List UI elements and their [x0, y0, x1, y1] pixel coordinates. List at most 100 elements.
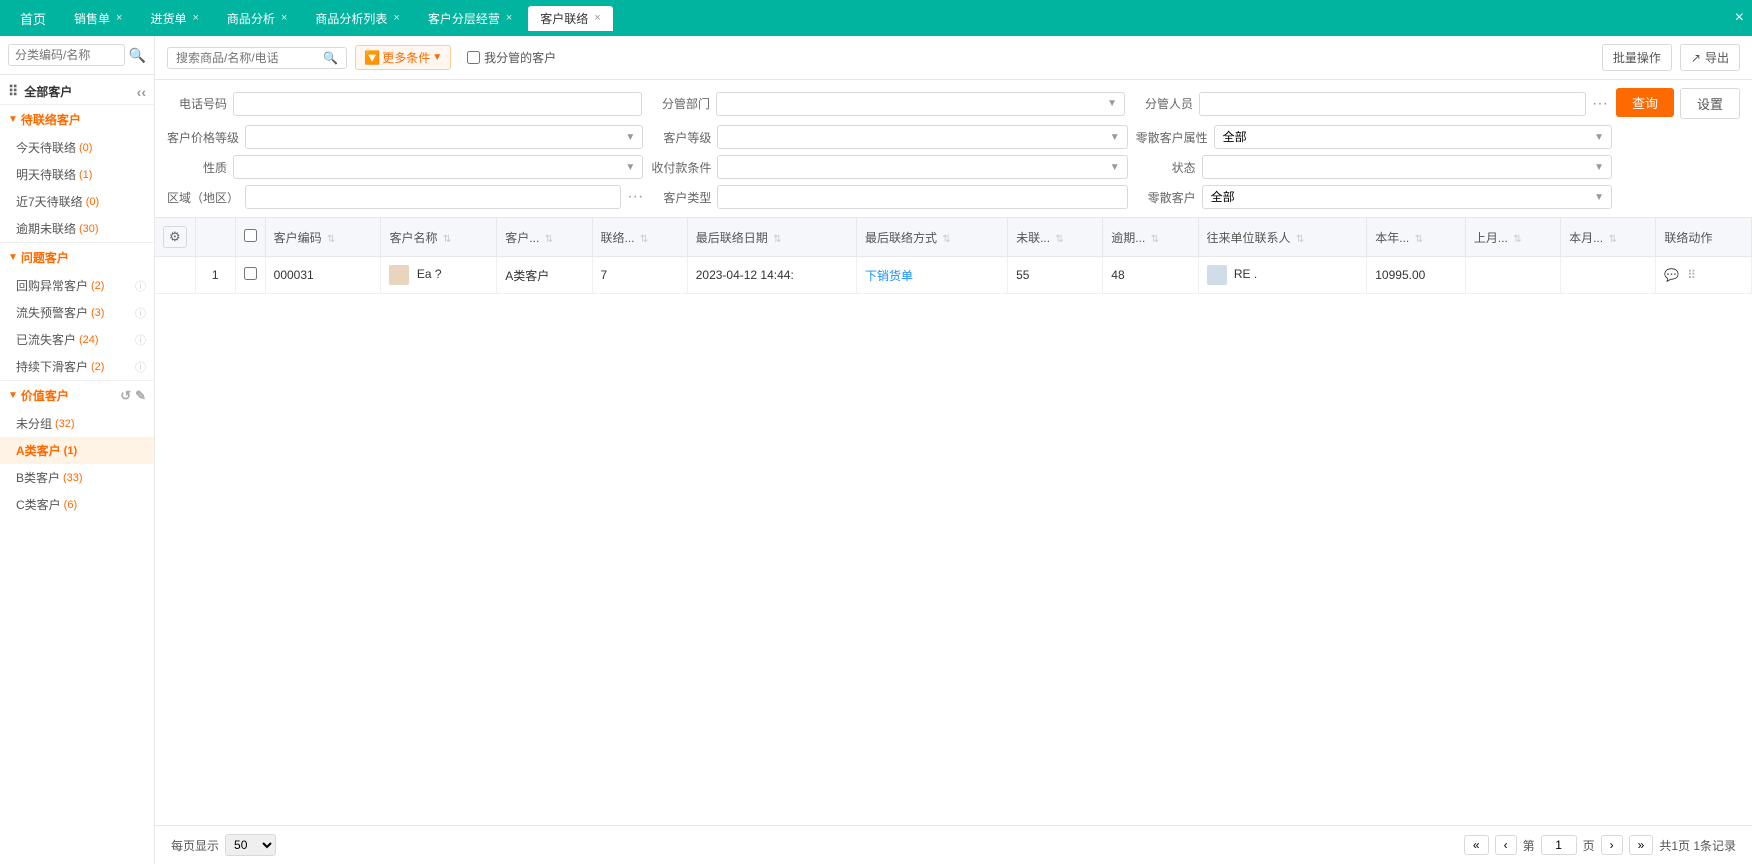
- col-contact-count: 联络... ⇅: [592, 218, 687, 257]
- customer-grade-select[interactable]: [717, 125, 1127, 149]
- customer-type-input[interactable]: [717, 185, 1127, 209]
- nav-tab-sales[interactable]: 销售单 ×: [62, 6, 134, 31]
- sidebar-collapse-button[interactable]: ‹‹: [137, 84, 146, 100]
- last-page-button[interactable]: »: [1629, 835, 1654, 855]
- nature-select[interactable]: [233, 155, 643, 179]
- sort-icon[interactable]: ⇅: [1151, 234, 1159, 245]
- sort-icon[interactable]: ⇅: [942, 234, 950, 245]
- sort-icon[interactable]: ⇅: [327, 234, 335, 245]
- close-icon[interactable]: ×: [281, 12, 287, 24]
- prev-page-button[interactable]: ‹: [1495, 835, 1517, 855]
- sort-icon[interactable]: ⇅: [545, 234, 553, 245]
- close-icon[interactable]: ×: [506, 12, 512, 24]
- row-last-month: [1465, 257, 1560, 294]
- sort-icon[interactable]: ⇅: [1608, 234, 1616, 245]
- sidebar-item-churn-warning[interactable]: 流失预警客户 (3) ⓘ: [0, 299, 154, 326]
- col-overdue: 逾期... ⇅: [1103, 218, 1198, 257]
- nav-tab-customer-segment[interactable]: 客户分层经营 ×: [416, 6, 524, 31]
- setting-button[interactable]: 设置: [1680, 88, 1740, 119]
- filter-status: 状态 ▼: [1136, 155, 1612, 179]
- sort-icon[interactable]: ⇅: [1513, 234, 1521, 245]
- info-icon[interactable]: ⓘ: [135, 359, 146, 375]
- qr-icon[interactable]: ⠿: [1687, 268, 1696, 282]
- refresh-icon[interactable]: ↺: [120, 388, 131, 404]
- retail-customer-select[interactable]: 全部: [1202, 185, 1612, 209]
- close-all-button[interactable]: ×: [1735, 9, 1744, 27]
- nav-home[interactable]: 首页: [8, 5, 58, 32]
- close-icon[interactable]: ×: [116, 12, 122, 24]
- nav-tab-product-list[interactable]: 商品分析列表 ×: [303, 6, 411, 31]
- sidebar-search-input[interactable]: [8, 44, 125, 66]
- sidebar-item-repurchase-abnormal[interactable]: 回购异常客户 (2) ⓘ: [0, 272, 154, 299]
- info-icon[interactable]: ⓘ: [135, 305, 146, 321]
- nav-tab-purchase[interactable]: 进货单 ×: [138, 6, 210, 31]
- batch-op-button[interactable]: 批量操作: [1602, 44, 1672, 71]
- region-dots-button[interactable]: ···: [627, 188, 643, 206]
- value-group-actions: ↺ ✎: [120, 388, 146, 404]
- search-button[interactable]: 查询: [1616, 88, 1674, 117]
- row-action: 💬 ⠿: [1656, 257, 1752, 294]
- sidebar-item-churned[interactable]: 已流失客户 (24) ⓘ: [0, 326, 154, 353]
- sidebar-item-class-b[interactable]: B类客户 (33): [0, 464, 154, 491]
- col-gear: ⚙: [155, 218, 195, 257]
- arrow-icon: ▼: [8, 390, 18, 401]
- sidebar-item-ungrouped[interactable]: 未分组 (32): [0, 410, 154, 437]
- status-select[interactable]: [1202, 155, 1612, 179]
- chat-icon[interactable]: 💬: [1664, 268, 1679, 282]
- sort-icon[interactable]: ⇅: [773, 234, 781, 245]
- info-icon[interactable]: ⓘ: [135, 332, 146, 348]
- select-all-checkbox[interactable]: [244, 229, 257, 242]
- sort-icon[interactable]: ⇅: [640, 234, 648, 245]
- sort-icon[interactable]: ⇅: [1296, 234, 1304, 245]
- payment-select[interactable]: [717, 155, 1127, 179]
- row-this-year: 10995.00: [1367, 257, 1466, 294]
- region-input[interactable]: [245, 185, 621, 209]
- sidebar-search-icon[interactable]: 🔍: [129, 47, 146, 64]
- search-input[interactable]: [176, 51, 319, 65]
- sidebar-group-pending[interactable]: ▼ 待联络客户: [0, 104, 154, 134]
- row-checkbox[interactable]: [244, 267, 257, 280]
- next-page-button[interactable]: ›: [1601, 835, 1623, 855]
- close-icon[interactable]: ×: [192, 12, 198, 24]
- close-icon[interactable]: ×: [393, 12, 399, 24]
- filter-customer-type: 客户类型: [651, 185, 1127, 209]
- nav-tab-customer-contact[interactable]: 客户联络 ×: [528, 6, 612, 31]
- manager-input[interactable]: [1199, 92, 1586, 116]
- retail-attr-select[interactable]: 全部: [1214, 125, 1612, 149]
- sidebar-item-overdue[interactable]: 逾期未联络 (30): [0, 215, 154, 242]
- dept-select[interactable]: [716, 92, 1125, 116]
- page-input[interactable]: [1541, 835, 1577, 855]
- per-page-select[interactable]: 50 100 200: [225, 834, 276, 856]
- sort-icon[interactable]: ⇅: [1415, 234, 1423, 245]
- first-page-button[interactable]: «: [1464, 835, 1489, 855]
- sort-icon[interactable]: ⇅: [1055, 234, 1063, 245]
- sidebar-group-value[interactable]: ▼ 价值客户 ↺ ✎: [0, 380, 154, 410]
- sidebar-group-problem[interactable]: ▼ 问题客户: [0, 242, 154, 272]
- price-grade-select[interactable]: [245, 125, 643, 149]
- sidebar-item-class-a[interactable]: A类客户 (1): [0, 437, 154, 464]
- last-contact-way-link[interactable]: 下销货单: [865, 269, 913, 283]
- manager-dots-button[interactable]: ···: [1592, 95, 1608, 113]
- row-unit-contact: RE .: [1198, 257, 1367, 294]
- col-uncontacted: 未联... ⇅: [1008, 218, 1103, 257]
- info-icon[interactable]: ⓘ: [135, 278, 146, 294]
- sidebar-item-class-c[interactable]: C类客户 (6): [0, 491, 154, 518]
- close-icon[interactable]: ×: [594, 12, 600, 24]
- export-button[interactable]: ↗ 导出: [1680, 44, 1740, 71]
- phone-input[interactable]: [233, 92, 642, 116]
- sort-icon[interactable]: ⇅: [443, 234, 451, 245]
- row-customer-code: 000031: [265, 257, 381, 294]
- my-customers-checkbox-input[interactable]: [467, 51, 480, 64]
- my-customers-checkbox[interactable]: 我分管的客户: [467, 49, 556, 66]
- sidebar-item-tomorrow[interactable]: 明天待联络 (1): [0, 161, 154, 188]
- pagination-right: « ‹ 第 页 › » 共1页 1条记录: [1464, 835, 1736, 855]
- nav-tab-product-analysis[interactable]: 商品分析 ×: [215, 6, 299, 31]
- sidebar-item-declining[interactable]: 持续下滑客户 (2) ⓘ: [0, 353, 154, 380]
- sidebar-item-today[interactable]: 今天待联络 (0): [0, 134, 154, 161]
- edit-icon[interactable]: ✎: [135, 388, 146, 404]
- search-icon[interactable]: 🔍: [323, 51, 338, 65]
- column-settings-button[interactable]: ⚙: [163, 226, 187, 248]
- sidebar-item-7days[interactable]: 近7天待联络 (0): [0, 188, 154, 215]
- pagination-left: 每页显示 50 100 200: [171, 834, 276, 856]
- more-filters-button[interactable]: 🔽 更多条件 ▼: [355, 45, 451, 70]
